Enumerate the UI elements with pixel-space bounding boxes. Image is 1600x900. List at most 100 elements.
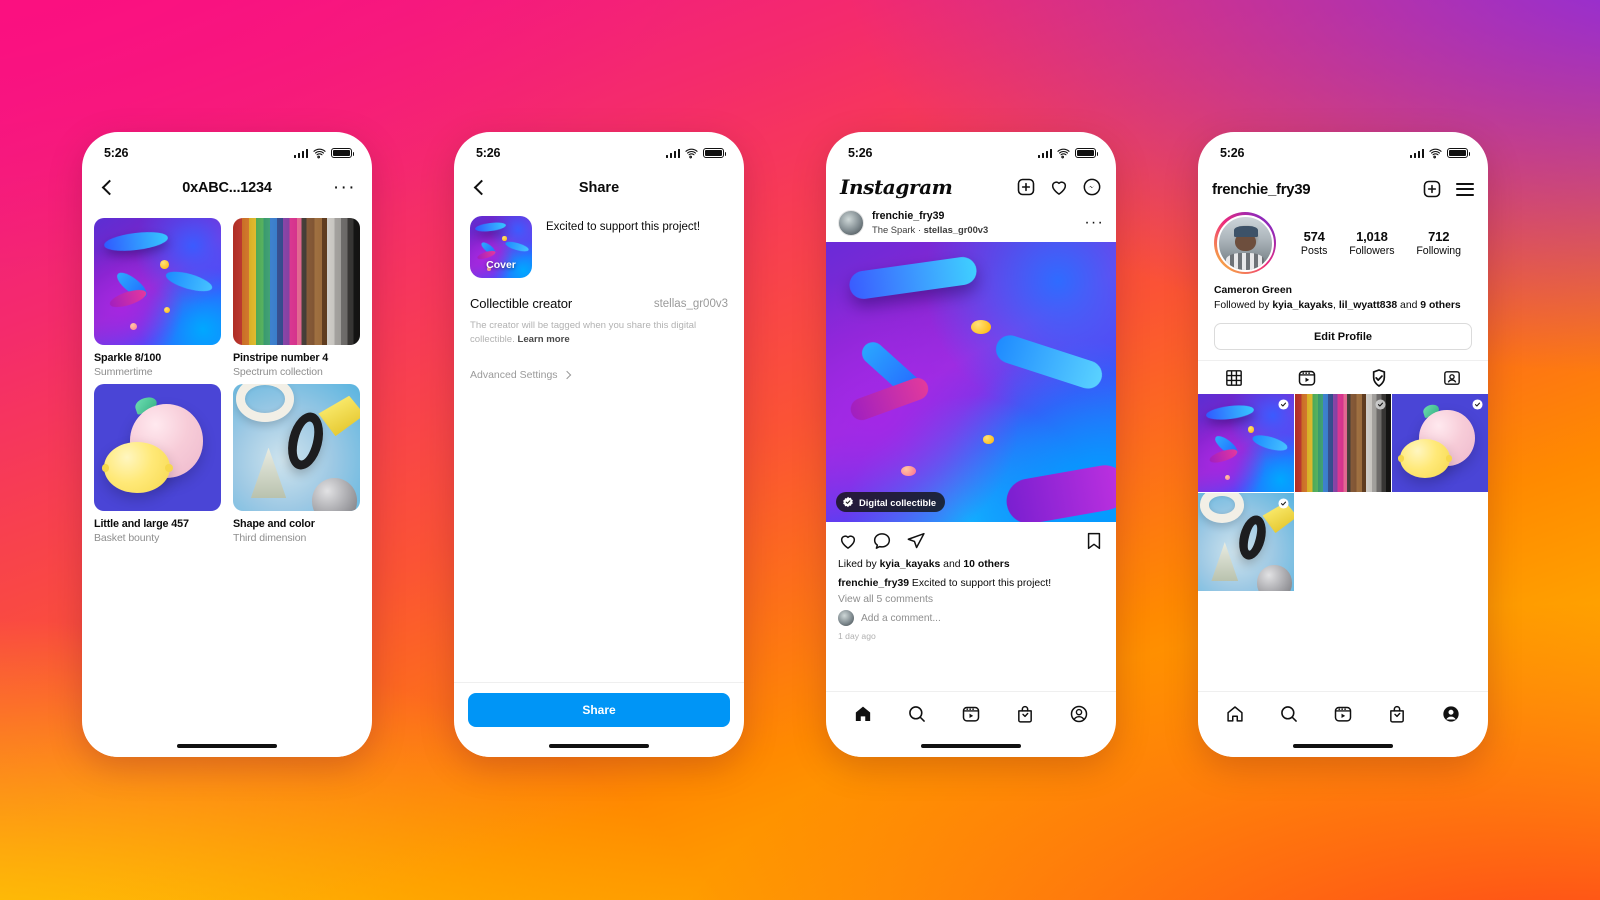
- tagged-icon[interactable]: [1442, 368, 1462, 388]
- edit-profile-button[interactable]: Edit Profile: [1214, 323, 1472, 351]
- follower-2[interactable]: lil_wyatt838: [1339, 300, 1397, 311]
- post-creator-handle[interactable]: stellas_gr00v3: [924, 224, 989, 235]
- profile-bio: Cameron Green Followed by kyia_kayaks, l…: [1198, 274, 1488, 313]
- search-icon[interactable]: [907, 704, 927, 724]
- home-indicator: [1198, 735, 1488, 757]
- battery-icon: [703, 147, 727, 159]
- status-bar: 5:26: [82, 132, 372, 166]
- stat-followers[interactable]: 1,018 Followers: [1349, 229, 1394, 257]
- cellular-signal-icon: [1409, 148, 1424, 158]
- grid-item[interactable]: [1198, 394, 1294, 492]
- collectible-name: Shape and color: [233, 518, 315, 530]
- stat-following[interactable]: 712 Following: [1416, 229, 1461, 257]
- search-icon[interactable]: [1279, 704, 1299, 724]
- cover-thumbnail[interactable]: Cover: [470, 216, 532, 278]
- stat-posts[interactable]: 574 Posts: [1301, 229, 1328, 257]
- wifi-icon: [1429, 148, 1442, 158]
- profile-grid-spacer: [1198, 590, 1488, 691]
- collectibles-icon[interactable]: [1369, 368, 1389, 388]
- likes-mid: and: [940, 559, 964, 570]
- background-canvas: 5:26 0xABC...1234 ··· Sparkle 8/100 Summ…: [0, 0, 1600, 900]
- collectible-artwork-pinstripe[interactable]: [233, 218, 360, 345]
- bottom-tab-bar: [1198, 691, 1488, 735]
- add-comment-placeholder[interactable]: Add a comment...: [861, 613, 941, 624]
- status-time: 5:26: [1220, 146, 1245, 160]
- back-button[interactable]: [98, 178, 118, 198]
- collectible-name: Sparkle 8/100: [94, 352, 162, 364]
- view-all-comments-link[interactable]: View all 5 comments: [826, 591, 1116, 605]
- stat-posts-label: Posts: [1300, 245, 1328, 257]
- followed-by-line: Followed by kyia_kayaks, lil_wyatt838 an…: [1214, 300, 1461, 311]
- grid-item[interactable]: [1392, 394, 1488, 492]
- follower-1[interactable]: kyia_kayaks: [1272, 300, 1333, 311]
- feed-spacer: [826, 641, 1116, 691]
- wifi-icon: [1057, 148, 1070, 158]
- caption-username[interactable]: frenchie_fry39: [838, 578, 909, 589]
- home-icon[interactable]: [1225, 704, 1245, 724]
- post-header: frenchie_fry39 The Spark · stellas_gr00v…: [826, 208, 1116, 242]
- plus-square-icon[interactable]: [1016, 177, 1036, 197]
- collectible-creator-row[interactable]: Collectible creator stellas_gr00v3: [454, 278, 744, 311]
- stat-posts-value: 574: [1303, 229, 1325, 244]
- post-username[interactable]: frenchie_fry39: [872, 210, 988, 223]
- likes-others[interactable]: 10 others: [963, 559, 1009, 570]
- shop-icon[interactable]: [1387, 704, 1407, 724]
- share-button-container: Share: [454, 682, 744, 735]
- add-comment-row[interactable]: Add a comment...: [826, 605, 1116, 627]
- verified-check-icon: [1375, 399, 1386, 410]
- avatar[interactable]: [838, 210, 864, 236]
- collectible-card[interactable]: Sparkle 8/100 Summertime: [94, 218, 221, 378]
- home-indicator: [82, 735, 372, 757]
- more-options-button[interactable]: ···: [333, 178, 356, 197]
- heart-icon[interactable]: [1049, 177, 1069, 197]
- shop-icon[interactable]: [1015, 704, 1035, 724]
- digital-collectible-badge[interactable]: Digital collectible: [836, 492, 946, 512]
- status-time: 5:26: [848, 146, 873, 160]
- comment-icon[interactable]: [872, 531, 892, 551]
- profile-username[interactable]: frenchie_fry39: [1212, 181, 1311, 198]
- grid-item[interactable]: [1198, 493, 1294, 591]
- profile-media-grid: [1198, 394, 1488, 591]
- stat-following-label: Following: [1416, 245, 1462, 257]
- verified-check-icon: [1278, 399, 1289, 410]
- bookmark-icon[interactable]: [1084, 531, 1104, 551]
- follower-others[interactable]: 9 others: [1420, 300, 1460, 311]
- status-indicators: [293, 147, 355, 160]
- share-icon[interactable]: [906, 531, 926, 551]
- collectible-card[interactable]: Pinstripe number 4 Spectrum collection: [233, 218, 360, 378]
- caption-input[interactable]: Excited to support this project!: [546, 216, 700, 236]
- grid-item[interactable]: [1295, 394, 1391, 492]
- home-indicator: [454, 735, 744, 757]
- home-indicator: [826, 735, 1116, 757]
- messenger-icon[interactable]: [1082, 177, 1102, 197]
- home-icon[interactable]: [853, 704, 873, 724]
- heart-icon[interactable]: [838, 531, 858, 551]
- learn-more-link[interactable]: Learn more: [517, 334, 569, 345]
- collectible-card[interactable]: Little and large 457 Basket bounty: [94, 384, 221, 544]
- plus-square-icon[interactable]: [1422, 179, 1442, 199]
- reels-icon[interactable]: [1297, 368, 1317, 388]
- grid-icon[interactable]: [1224, 368, 1244, 388]
- collectible-creator-label: Collectible creator: [470, 296, 573, 311]
- reels-icon[interactable]: [961, 704, 981, 724]
- profile-icon[interactable]: [1069, 704, 1089, 724]
- collectible-artwork-fruit[interactable]: [94, 384, 221, 511]
- collectible-name: Pinstripe number 4: [233, 352, 329, 364]
- avatar[interactable]: [1214, 212, 1276, 274]
- share-body-spacer: [454, 381, 744, 682]
- collectible-artwork-sparkle[interactable]: [94, 218, 221, 345]
- chevron-right-icon: [562, 370, 571, 380]
- post-more-button[interactable]: ···: [1084, 215, 1104, 231]
- collectible-card[interactable]: Shape and color Third dimension: [233, 384, 360, 544]
- advanced-settings-row[interactable]: Advanced Settings: [454, 347, 744, 381]
- back-button[interactable]: [470, 178, 490, 198]
- profile-icon[interactable]: [1441, 704, 1461, 724]
- reels-icon[interactable]: [1333, 704, 1353, 724]
- share-button[interactable]: Share: [468, 693, 730, 727]
- post-image[interactable]: Digital collectible: [826, 242, 1116, 522]
- creator-tag-note-text: The creator will be tagged when you shar…: [470, 320, 697, 345]
- hamburger-icon[interactable]: [1456, 182, 1474, 196]
- collectible-collection: Basket bounty: [94, 532, 160, 544]
- collectible-artwork-shapes[interactable]: [233, 384, 360, 511]
- likes-user[interactable]: kyia_kayaks: [880, 559, 941, 570]
